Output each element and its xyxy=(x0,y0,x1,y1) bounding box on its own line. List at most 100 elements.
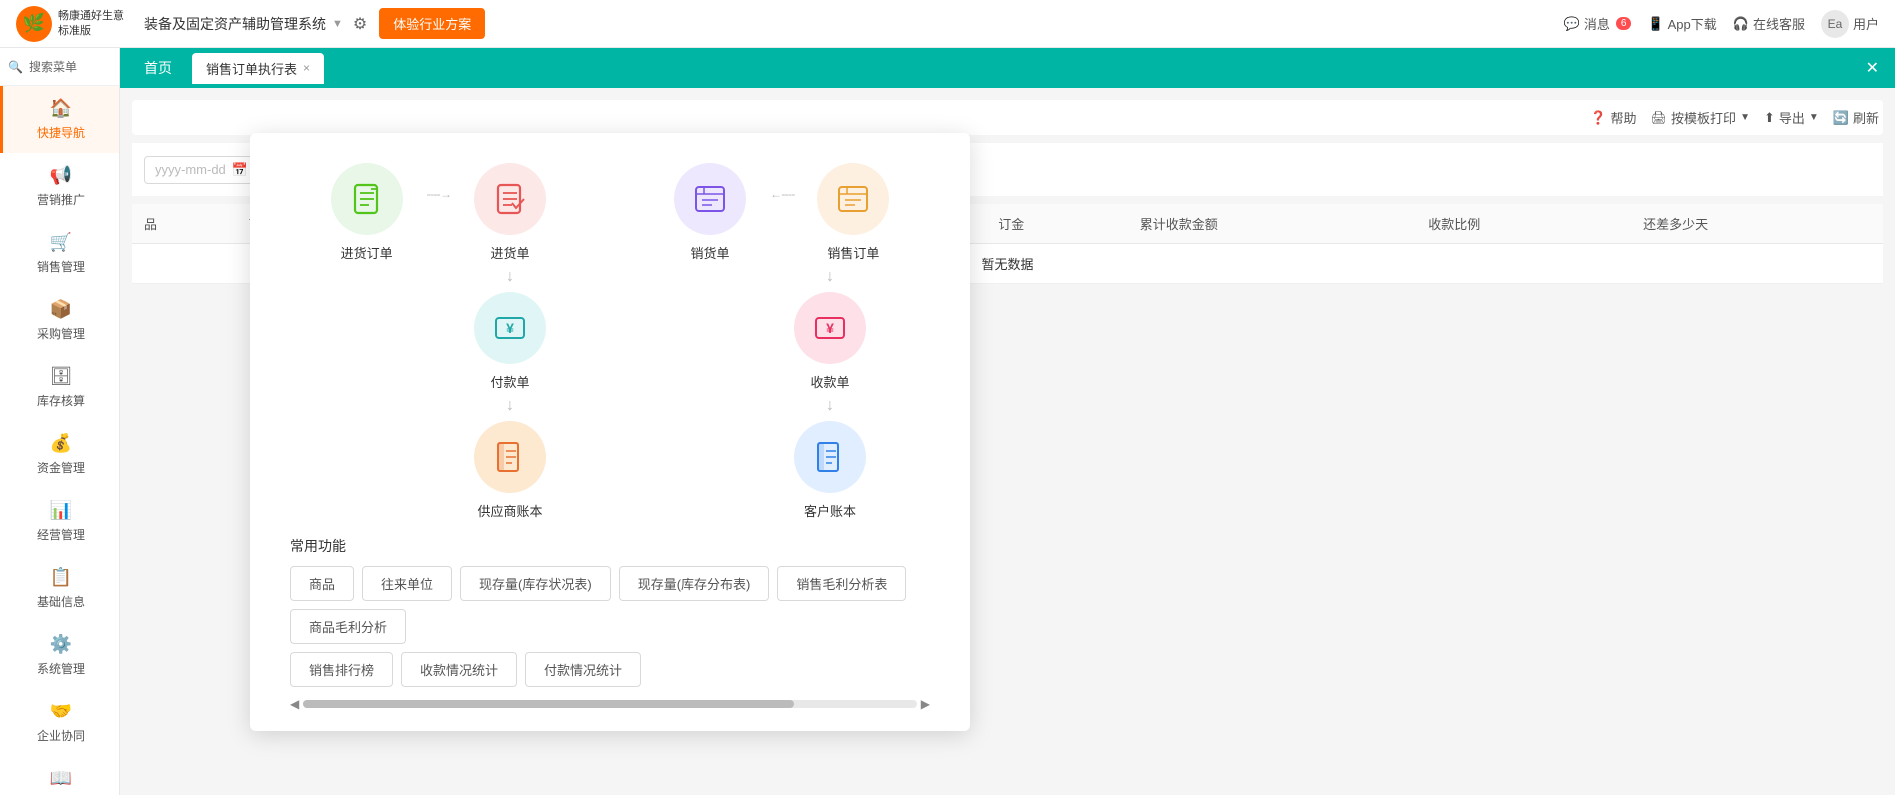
purchase-icon: 📦 xyxy=(50,299,72,320)
sidebar-item-basic[interactable]: 📋 基础信息 xyxy=(0,555,119,622)
export-button[interactable]: ⬆ 导出 ▼ xyxy=(1764,108,1819,127)
flow-second-row: ↓ ¥ 付款单 xyxy=(290,262,930,391)
page-content: ❓ 帮助 🖨 按模板打印 ▼ ⬆ 导出 ▼ 🔄 xyxy=(120,88,1895,795)
message-button[interactable]: 💬 消息 6 xyxy=(1564,14,1632,33)
collab-icon: 🤝 xyxy=(50,701,72,722)
print-arrow-icon: ▼ xyxy=(1740,112,1750,123)
guide-icon: 📖 xyxy=(50,768,72,789)
svg-text:¥: ¥ xyxy=(506,320,514,336)
finance-icon: 💰 xyxy=(50,433,72,454)
func-btn-product[interactable]: 商品 xyxy=(290,566,354,601)
tab-close-icon[interactable]: × xyxy=(303,61,310,75)
func-btn-counterpart[interactable]: 往来单位 xyxy=(362,566,452,601)
trial-button[interactable]: 体验行业方案 xyxy=(379,8,485,39)
supplier-ledger-circle[interactable] xyxy=(474,421,546,493)
scroll-track[interactable] xyxy=(303,700,917,708)
func-btn-sales-gross[interactable]: 销售毛利分析表 xyxy=(777,566,906,601)
sidebar-item-finance[interactable]: 💰 资金管理 xyxy=(0,421,119,488)
tab-close-all[interactable]: ✕ xyxy=(1866,58,1887,78)
arrow-sale-to-order: ← - - - - xyxy=(770,187,793,201)
tab-active[interactable]: 销售订单执行表 × xyxy=(192,53,324,84)
sidebar-item-operation[interactable]: 📊 经营管理 xyxy=(0,488,119,555)
purchase-bill-icon xyxy=(492,181,528,217)
system-title: 装备及固定资产辅助管理系统 ▼ xyxy=(144,14,343,34)
download-icon: 📱 xyxy=(1647,16,1663,32)
export-icon: ⬆ xyxy=(1764,110,1775,126)
sidebar-item-quick-nav[interactable]: 🏠 快捷导航 xyxy=(0,86,119,153)
customer-ledger-icon xyxy=(812,439,848,475)
marketing-icon: 📢 xyxy=(50,165,72,186)
sale-order-circle[interactable] xyxy=(817,163,889,235)
flow-row2-spacer xyxy=(570,262,770,391)
message-icon: 💬 xyxy=(1564,16,1580,32)
purchase-order-circle[interactable] xyxy=(331,163,403,235)
inventory-icon: 🗄 xyxy=(50,366,73,387)
func-btn-product-gross[interactable]: 商品毛利分析 xyxy=(290,609,406,644)
template-print-button[interactable]: 🖨 按模板打印 ▼ xyxy=(1651,108,1750,127)
sales-icon: 🛒 xyxy=(50,232,72,253)
func-buttons-row1: 商品 往来单位 现存量(库存状况表) 现存量(库存分布表) 销售毛利分析表 商品… xyxy=(290,566,930,644)
customer-ledger-circle[interactable] xyxy=(794,421,866,493)
flow-node-sale-order: 销售订单 xyxy=(793,163,913,262)
top-bar: 🌿 畅康通好生意 标准版 装备及固定资产辅助管理系统 ▼ ⚙ 体验行业方案 💬 … xyxy=(0,0,1895,48)
receipt-circle[interactable]: ¥ xyxy=(794,292,866,364)
payment-icon: ¥ xyxy=(492,310,528,346)
purchase-bill-circle[interactable] xyxy=(474,163,546,235)
dropdown-arrow-icon: ▼ xyxy=(332,18,343,30)
sidebar: 🔍 搜索菜单 🏠 快捷导航 📢 营销推广 🛒 销售管理 📦 采购管理 🗄 xyxy=(0,48,120,795)
settings-icon[interactable]: ⚙ xyxy=(353,14,367,34)
svg-text:¥: ¥ xyxy=(826,320,834,336)
func-btn-payment-stat[interactable]: 付款情况统计 xyxy=(525,652,641,687)
common-func-title: 常用功能 xyxy=(290,536,930,556)
refresh-button[interactable]: 🔄 刷新 xyxy=(1833,108,1879,127)
func-btn-sales-rank[interactable]: 销售排行榜 xyxy=(290,652,393,687)
flow-node-receipt: ↓ ¥ 收款单 xyxy=(770,262,890,391)
func-btn-receipt-stat[interactable]: 收款情况统计 xyxy=(401,652,517,687)
help-button[interactable]: ❓ 帮助 xyxy=(1590,108,1636,127)
message-badge: 6 xyxy=(1616,17,1632,30)
search-menu-button[interactable]: 🔍 搜索菜单 xyxy=(0,48,119,86)
close-all-icon[interactable]: ✕ xyxy=(1866,60,1879,77)
logo-area: 🌿 畅康通好生意 标准版 xyxy=(16,6,136,42)
help-icon: ❓ xyxy=(1590,110,1606,126)
func-btn-stock-dist[interactable]: 现存量(库存分布表) xyxy=(619,566,770,601)
sidebar-item-marketing[interactable]: 📢 营销推广 xyxy=(0,153,119,220)
logo-line1: 畅康通好生意 xyxy=(58,9,124,23)
sidebar-item-system[interactable]: ⚙️ 系统管理 xyxy=(0,622,119,689)
sidebar-item-inventory[interactable]: 🗄 库存核算 xyxy=(0,354,119,421)
logo-line2: 标准版 xyxy=(58,24,124,38)
arrow-purchase-to-bill: - - - - → xyxy=(427,187,450,201)
date-input[interactable]: yyyy-mm-dd 📅 xyxy=(144,156,259,184)
col-total-receipt: 累计收款金额 xyxy=(1128,204,1417,244)
sale-bill-circle[interactable] xyxy=(674,163,746,235)
main-area: 🔍 搜索菜单 🏠 快捷导航 📢 营销推广 🛒 销售管理 📦 采购管理 🗄 xyxy=(0,48,1895,795)
purchase-order-icon xyxy=(349,181,385,217)
online-service-button[interactable]: 🎧 在线客服 xyxy=(1733,14,1805,33)
scroll-right-icon[interactable]: ▶ xyxy=(921,697,930,711)
operation-icon: 📊 xyxy=(50,500,72,521)
receipt-icon: ¥ xyxy=(812,310,848,346)
sidebar-item-collab[interactable]: 🤝 企业协同 xyxy=(0,689,119,756)
flow-third-row: ↓ 供应商账本 xyxy=(290,391,930,520)
user-menu[interactable]: Ea 用户 xyxy=(1821,10,1879,38)
func-btn-stock-status[interactable]: 现存量(库存状况表) xyxy=(460,566,611,601)
system-icon: ⚙️ xyxy=(50,634,72,655)
quick-nav-modal: 进货订单 - - - - → xyxy=(250,133,970,731)
app-download-button[interactable]: 📱 App下载 xyxy=(1647,14,1716,33)
refresh-icon: 🔄 xyxy=(1833,110,1849,126)
tab-home[interactable]: 首页 xyxy=(128,50,188,86)
flow-node-payment: ↓ ¥ 付款单 xyxy=(450,262,570,391)
col-days-left: 还差多少天 xyxy=(1631,204,1883,244)
service-icon: 🎧 xyxy=(1733,16,1749,32)
scroll-left-icon[interactable]: ◀ xyxy=(290,697,299,711)
flow-node-sale-bill: 销货单 xyxy=(650,163,770,262)
func-buttons-row2: 销售排行榜 收款情况统计 付款情况统计 xyxy=(290,652,930,687)
sidebar-item-guide[interactable]: 📖 新手引导 xyxy=(0,756,119,795)
sidebar-item-purchase[interactable]: 📦 采购管理 xyxy=(0,287,119,354)
flow-row3-spacer xyxy=(570,391,770,520)
scrollbar-area: ◀ ▶ xyxy=(290,697,930,711)
sidebar-item-sales[interactable]: 🛒 销售管理 xyxy=(0,220,119,287)
logo-icon: 🌿 xyxy=(16,6,52,42)
payment-circle[interactable]: ¥ xyxy=(474,292,546,364)
toolbar: ❓ 帮助 🖨 按模板打印 ▼ ⬆ 导出 ▼ 🔄 xyxy=(132,100,1883,135)
